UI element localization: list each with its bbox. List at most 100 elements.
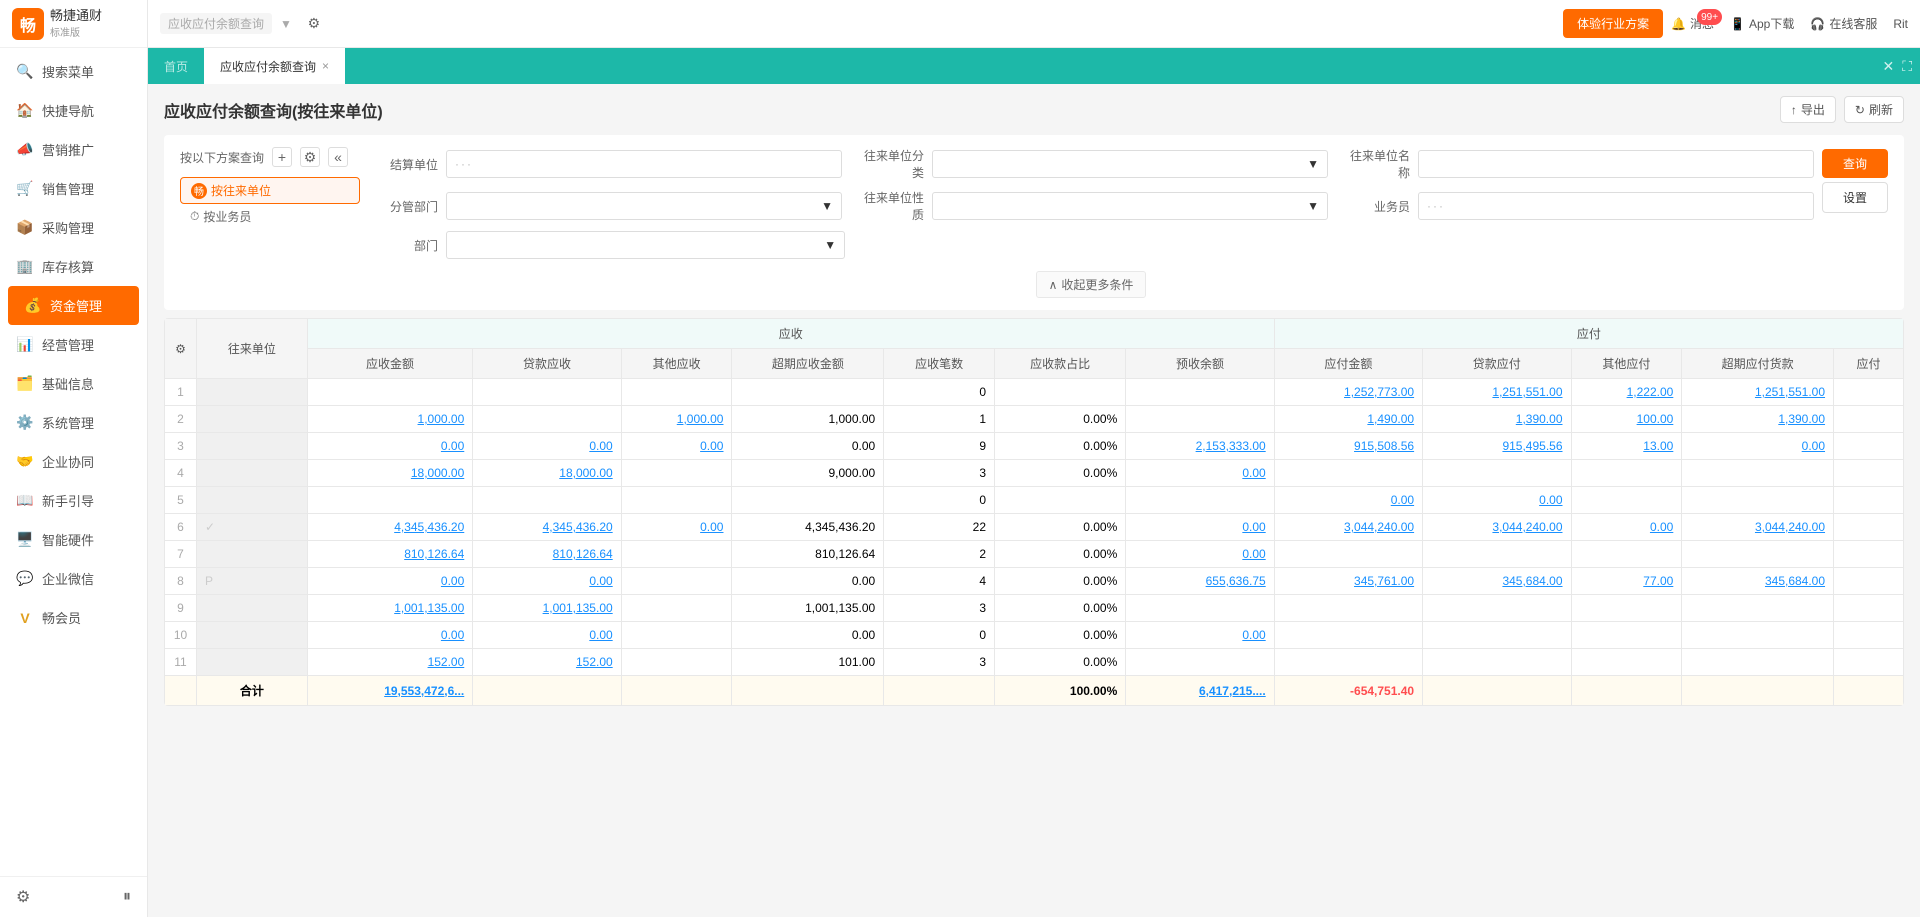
row-ap-amount-4[interactable]: 0.00 bbox=[1274, 487, 1422, 514]
tab-home[interactable]: 首页 bbox=[148, 48, 204, 84]
row-ap-overdue-5[interactable]: 3,044,240.00 bbox=[1682, 514, 1834, 541]
row-ap-overdue-2[interactable]: 0.00 bbox=[1682, 433, 1834, 460]
row-ar-amount-10[interactable]: 152.00 bbox=[307, 649, 472, 676]
tab-arbalance[interactable]: 应收应付余额查询 × bbox=[204, 48, 345, 84]
footer-ar-prepay[interactable]: 6,417,215.... bbox=[1126, 676, 1274, 706]
sidebar-settings-icon[interactable]: ⚙ bbox=[16, 887, 30, 907]
row-ar-loan-7[interactable]: 0.00 bbox=[473, 568, 621, 595]
filter-input-nature[interactable]: ▼ bbox=[932, 192, 1328, 220]
row-ar-amount-5[interactable]: 4,345,436.20 bbox=[307, 514, 472, 541]
online-service-button[interactable]: 🎧 在线客服 bbox=[1810, 15, 1877, 32]
row-ap-other-5[interactable]: 0.00 bbox=[1571, 514, 1682, 541]
filter-scheme-salesperson[interactable]: ⏱ 按业务员 bbox=[180, 204, 360, 229]
sidebar-item-hardware[interactable]: 🖥️ 智能硬件 bbox=[0, 520, 147, 559]
row-ap-overdue-7[interactable]: 345,684.00 bbox=[1682, 568, 1834, 595]
topbar-settings-icon[interactable]: ⚙ bbox=[300, 10, 328, 38]
query-button[interactable]: 查询 bbox=[1822, 149, 1888, 178]
row-ap-other-1[interactable]: 100.00 bbox=[1571, 406, 1682, 433]
sidebar-item-collab[interactable]: 🤝 企业协同 bbox=[0, 442, 147, 481]
filter-scheme-row: 按以下方案查询 + ⚙ « bbox=[180, 147, 360, 167]
tabbar-close-icon[interactable]: ✕ bbox=[1882, 58, 1894, 75]
footer-ar-amount[interactable]: 19,553,472,6... bbox=[307, 676, 472, 706]
row-ap-amount-1[interactable]: 1,490.00 bbox=[1274, 406, 1422, 433]
row-ap-loan-4[interactable]: 0.00 bbox=[1423, 487, 1571, 514]
row-ap-loan-5[interactable]: 3,044,240.00 bbox=[1423, 514, 1571, 541]
filter-input-category[interactable]: ▼ bbox=[932, 150, 1328, 178]
row-ap-amount-5[interactable]: 3,044,240.00 bbox=[1274, 514, 1422, 541]
sidebar-collapse-icon[interactable]: ⏸ bbox=[123, 888, 131, 906]
sidebar-item-system[interactable]: ⚙️ 系统管理 bbox=[0, 403, 147, 442]
row-ap-loan-2[interactable]: 915,495.56 bbox=[1423, 433, 1571, 460]
row-ar-prepay-9[interactable]: 0.00 bbox=[1126, 622, 1274, 649]
row-ar-amount-3[interactable]: 18,000.00 bbox=[307, 460, 472, 487]
row-ar-other-5[interactable]: 0.00 bbox=[621, 514, 732, 541]
row-ar-other-1[interactable]: 1,000.00 bbox=[621, 406, 732, 433]
row-ar-prepay-5[interactable]: 0.00 bbox=[1126, 514, 1274, 541]
sidebar-item-marketing[interactable]: 📣 营销推广 bbox=[0, 130, 147, 169]
row-ar-prepay-3[interactable]: 0.00 bbox=[1126, 460, 1274, 487]
tabbar-expand-icon[interactable]: ⛶ bbox=[1902, 58, 1912, 75]
refresh-button[interactable]: ↻ 刷新 bbox=[1844, 96, 1904, 123]
row-ar-loan-1 bbox=[473, 406, 621, 433]
col-group-ap-header: 应付 bbox=[1274, 319, 1903, 349]
row-ap-amount-2[interactable]: 915,508.56 bbox=[1274, 433, 1422, 460]
user-menu[interactable]: Rit bbox=[1893, 17, 1908, 31]
row-ar-loan-2[interactable]: 0.00 bbox=[473, 433, 621, 460]
row-ar-amount-1[interactable]: 1,000.00 bbox=[307, 406, 472, 433]
row-ar-prepay-7[interactable]: 655,636.75 bbox=[1126, 568, 1274, 595]
row-ar-loan-8[interactable]: 1,001,135.00 bbox=[473, 595, 621, 622]
message-button[interactable]: 🔔 消息 99+ bbox=[1671, 15, 1714, 32]
sidebar-item-search[interactable]: 🔍 搜索菜单 bbox=[0, 52, 147, 91]
row-ar-amount-6[interactable]: 810,126.64 bbox=[307, 541, 472, 568]
row-ap-x-4 bbox=[1834, 487, 1904, 514]
row-ar-loan-3[interactable]: 18,000.00 bbox=[473, 460, 621, 487]
sidebar-item-finance[interactable]: 💰 资金管理 bbox=[8, 286, 139, 325]
row-ap-other-0[interactable]: 1,222.00 bbox=[1571, 379, 1682, 406]
settings-button[interactable]: 设置 bbox=[1822, 182, 1888, 213]
row-ap-overdue-0[interactable]: 1,251,551.00 bbox=[1682, 379, 1834, 406]
row-ap-loan-7[interactable]: 345,684.00 bbox=[1423, 568, 1571, 595]
row-ar-prepay-2[interactable]: 2,153,333.00 bbox=[1126, 433, 1274, 460]
sidebar-item-basic[interactable]: 🗂️ 基础信息 bbox=[0, 364, 147, 403]
row-ap-amount-0[interactable]: 1,252,773.00 bbox=[1274, 379, 1422, 406]
row-ap-loan-1[interactable]: 1,390.00 bbox=[1423, 406, 1571, 433]
filter-input-subunit[interactable]: ▼ bbox=[446, 231, 845, 259]
col-settings[interactable]: ⚙ bbox=[165, 319, 197, 379]
solution-button[interactable]: 体验行业方案 bbox=[1563, 9, 1663, 38]
row-ap-loan-0[interactable]: 1,251,551.00 bbox=[1423, 379, 1571, 406]
row-ar-amount-9[interactable]: 0.00 bbox=[307, 622, 472, 649]
app-download-button[interactable]: 📱 App下载 bbox=[1730, 15, 1794, 32]
row-ap-other-7[interactable]: 77.00 bbox=[1571, 568, 1682, 595]
export-button[interactable]: ↑ 导出 bbox=[1780, 96, 1836, 123]
filter-collapse-icon[interactable]: « bbox=[328, 147, 348, 167]
filter-add-button[interactable]: + bbox=[272, 147, 292, 167]
row-ar-loan-9[interactable]: 0.00 bbox=[473, 622, 621, 649]
sidebar-item-quicknav[interactable]: 🏠 快捷导航 bbox=[0, 91, 147, 130]
row-ar-loan-10[interactable]: 152.00 bbox=[473, 649, 621, 676]
sidebar-item-purchase[interactable]: 📦 采购管理 bbox=[0, 208, 147, 247]
sidebar-item-member[interactable]: V 畅会员 bbox=[0, 598, 147, 637]
filter-input-name[interactable] bbox=[1418, 150, 1814, 178]
row-ar-loan-5[interactable]: 4,345,436.20 bbox=[473, 514, 621, 541]
tab-close-icon[interactable]: × bbox=[322, 59, 329, 73]
filter-input-settlement[interactable]: ··· bbox=[446, 150, 842, 178]
row-ar-amount-2[interactable]: 0.00 bbox=[307, 433, 472, 460]
sidebar-item-sales[interactable]: 🛒 销售管理 bbox=[0, 169, 147, 208]
row-ap-other-2[interactable]: 13.00 bbox=[1571, 433, 1682, 460]
filter-collapse-button[interactable]: ∧ 收起更多条件 bbox=[1036, 271, 1147, 298]
row-ap-amount-7[interactable]: 345,761.00 bbox=[1274, 568, 1422, 595]
row-ar-loan-6[interactable]: 810,126.64 bbox=[473, 541, 621, 568]
sidebar-item-guide[interactable]: 📖 新手引导 bbox=[0, 481, 147, 520]
filter-input-salesperson[interactable]: ··· bbox=[1418, 192, 1814, 220]
sidebar-item-inventory[interactable]: 🏢 库存核算 bbox=[0, 247, 147, 286]
row-ar-prepay-6[interactable]: 0.00 bbox=[1126, 541, 1274, 568]
sidebar-item-ops[interactable]: 📊 经营管理 bbox=[0, 325, 147, 364]
filter-input-dept[interactable]: ▼ bbox=[446, 192, 842, 220]
sidebar-item-wechat[interactable]: 💬 企业微信 bbox=[0, 559, 147, 598]
row-ap-overdue-1[interactable]: 1,390.00 bbox=[1682, 406, 1834, 433]
row-ar-other-2[interactable]: 0.00 bbox=[621, 433, 732, 460]
row-ar-amount-8[interactable]: 1,001,135.00 bbox=[307, 595, 472, 622]
row-ar-amount-7[interactable]: 0.00 bbox=[307, 568, 472, 595]
filter-scheme-counterparty[interactable]: 畅 按往来单位 bbox=[180, 177, 360, 204]
filter-scheme-settings-icon[interactable]: ⚙ bbox=[300, 147, 320, 167]
